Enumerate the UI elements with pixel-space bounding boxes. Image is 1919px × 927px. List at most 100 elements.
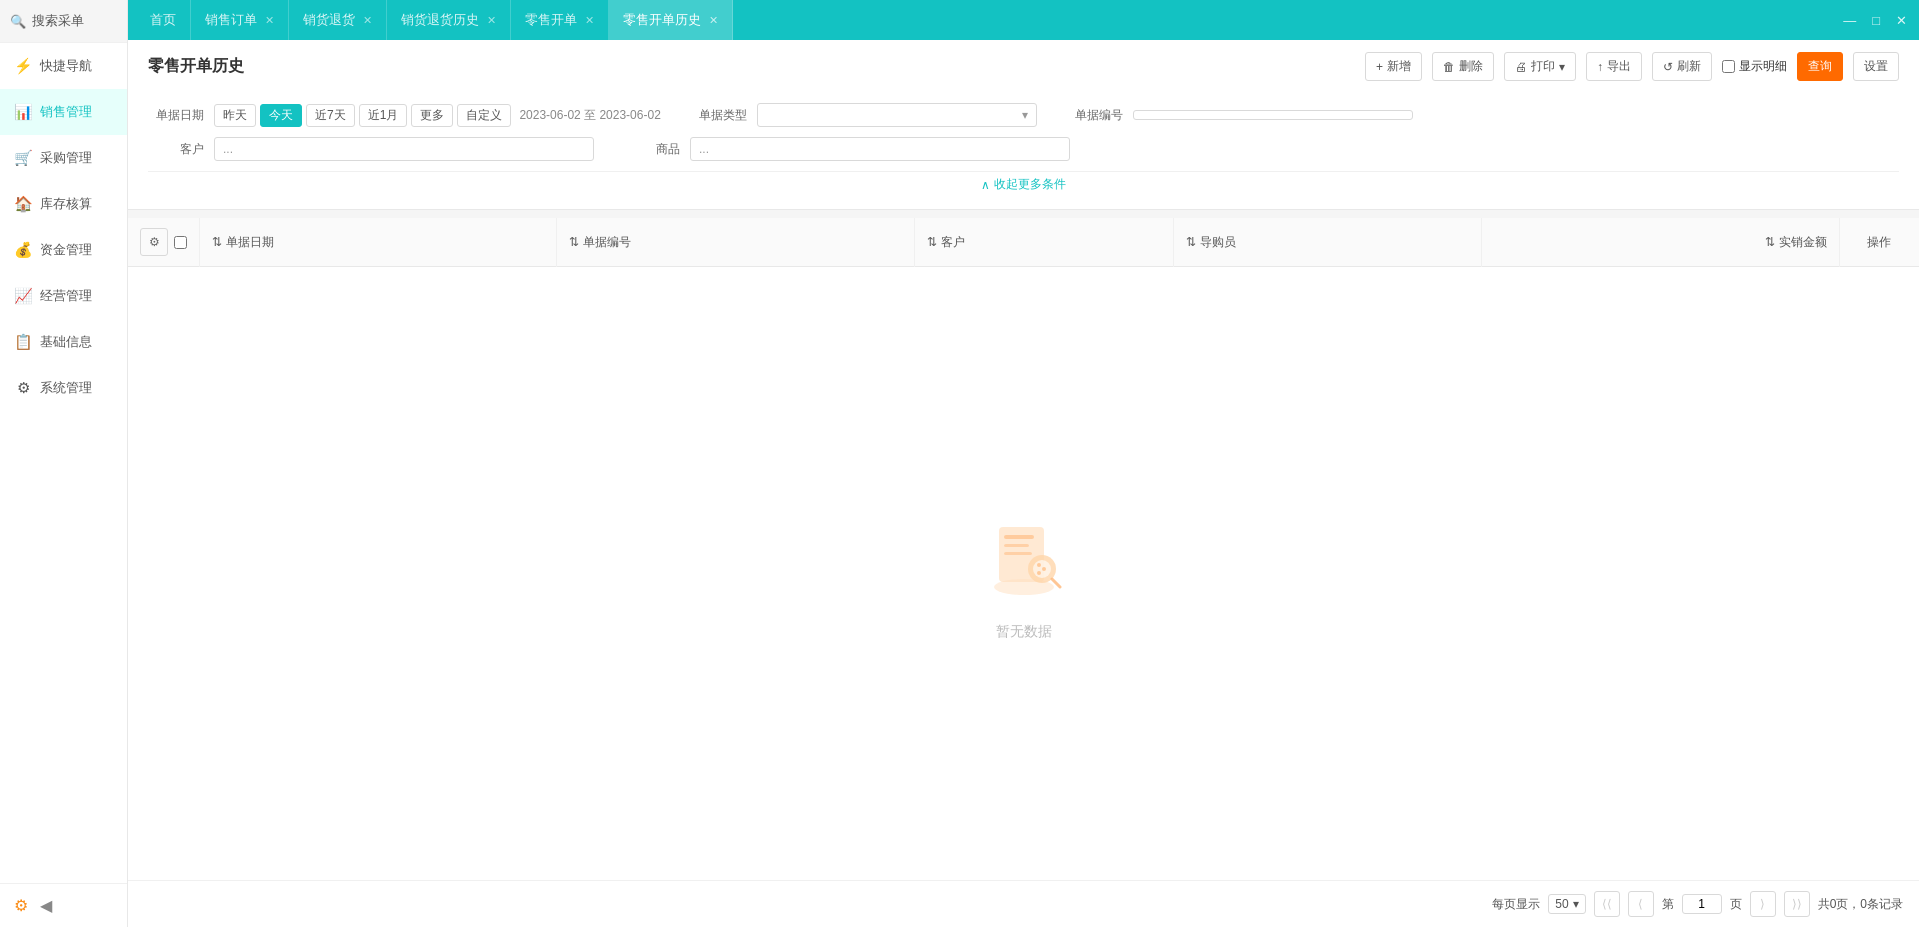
tab-retail-open-close[interactable]: ✕ xyxy=(585,14,594,27)
th-number-sort[interactable]: ⇅ 单据编号 xyxy=(569,234,901,251)
per-page-select[interactable]: 50 ▾ xyxy=(1548,894,1585,914)
refresh-icon: ↺ xyxy=(1663,60,1673,74)
tab-sales-order-label: 销售订单 xyxy=(205,11,257,29)
tab-sales-return[interactable]: 销货退货 ✕ xyxy=(289,0,387,40)
query-button[interactable]: 查询 xyxy=(1797,52,1843,81)
display-detail-checkbox[interactable] xyxy=(1722,60,1735,73)
operations-icon: 📈 xyxy=(14,287,32,305)
goods-input[interactable]: ... xyxy=(690,137,1070,161)
window-maximize-btn[interactable]: □ xyxy=(1868,11,1884,30)
export-label: 导出 xyxy=(1607,58,1631,75)
date-range-display: 2023-06-02 至 2023-06-02 xyxy=(519,107,660,124)
filter-area: 单据日期 昨天 今天 近7天 近1月 更多 自定义 2023-06-02 至 2… xyxy=(148,93,1899,209)
sidebar-item-system-mgmt[interactable]: ⚙ 系统管理 xyxy=(0,365,127,411)
page-nav-first[interactable]: ⟨⟨ xyxy=(1594,891,1620,917)
tab-retail-open-label: 零售开单 xyxy=(525,11,577,29)
customer-input[interactable]: ... xyxy=(214,137,594,161)
doc-no-input[interactable] xyxy=(1133,110,1413,120)
tab-home[interactable]: 首页 xyxy=(136,0,191,40)
sidebar-item-sales-mgmt[interactable]: 📊 销售管理 xyxy=(0,89,127,135)
page-nav-prev[interactable]: ⟨ xyxy=(1628,891,1654,917)
goods-placeholder: ... xyxy=(699,142,709,156)
tab-retail-open[interactable]: 零售开单 ✕ xyxy=(511,0,609,40)
date-btn-today[interactable]: 今天 xyxy=(260,104,302,127)
refresh-button[interactable]: ↺ 刷新 xyxy=(1652,52,1712,81)
page-nav-last[interactable]: ⟩⟩ xyxy=(1784,891,1810,917)
page-title: 零售开单历史 xyxy=(148,56,244,77)
page-nav-next[interactable]: ⟩ xyxy=(1750,891,1776,917)
sidebar-search[interactable]: 🔍 搜索采单 xyxy=(0,0,127,43)
per-page-value: 50 xyxy=(1555,897,1568,911)
sidebar-item-basic-info[interactable]: 📋 基础信息 xyxy=(0,319,127,365)
tab-sales-return-history-label: 销货退货历史 xyxy=(401,11,479,29)
add-button[interactable]: + 新增 xyxy=(1365,52,1422,81)
sidebar-item-finance[interactable]: 💰 资金管理 xyxy=(0,227,127,273)
delete-button[interactable]: 🗑 删除 xyxy=(1432,52,1494,81)
sidebar-item-quick-nav-label: 快捷导航 xyxy=(40,57,92,75)
th-date-sort[interactable]: ⇅ 单据日期 xyxy=(212,234,544,251)
window-close-btn[interactable]: ✕ xyxy=(1892,11,1911,30)
display-detail-checkbox-wrapper[interactable]: 显示明细 xyxy=(1722,58,1787,75)
th-guide-sort-icon: ⇅ xyxy=(1186,235,1196,249)
tab-retail-history-close[interactable]: ✕ xyxy=(709,14,718,27)
date-btn-more[interactable]: 更多 xyxy=(411,104,453,127)
sidebar-item-inventory-label: 库存核算 xyxy=(40,195,92,213)
sidebar-item-inventory[interactable]: 🏠 库存核算 xyxy=(0,181,127,227)
sidebar-item-purchase-mgmt[interactable]: 🛒 采购管理 xyxy=(0,135,127,181)
empty-state: 暂无数据 xyxy=(128,267,1919,880)
customer-label: 客户 xyxy=(148,141,204,158)
sidebar-item-purchase-mgmt-label: 采购管理 xyxy=(40,149,92,167)
export-icon: ↑ xyxy=(1597,60,1603,74)
th-settings: ⚙ xyxy=(128,218,200,267)
svg-rect-2 xyxy=(1004,535,1034,539)
th-customer-sort[interactable]: ⇅ 客户 xyxy=(927,234,1161,251)
sidebar-settings-btn[interactable]: ⚙ xyxy=(14,896,28,915)
window-minimize-btn[interactable]: — xyxy=(1839,11,1860,30)
th-customer-label: 客户 xyxy=(941,234,965,251)
doc-type-label: 单据类型 xyxy=(691,107,747,124)
system-mgmt-icon: ⚙ xyxy=(14,379,32,397)
tab-sales-return-history-close[interactable]: ✕ xyxy=(487,14,496,27)
main-area: 首页 销售订单 ✕ 销货退货 ✕ 销货退货历史 ✕ 零售开单 ✕ 零售开单历史 … xyxy=(128,0,1919,927)
sidebar-collapse-btn[interactable]: ◀ xyxy=(40,896,52,915)
th-date-sort-icon: ⇅ xyxy=(212,235,222,249)
sidebar-item-quick-nav[interactable]: ⚡ 快捷导航 xyxy=(0,43,127,89)
th-guide: ⇅ 导购员 xyxy=(1173,218,1481,267)
add-icon: + xyxy=(1376,60,1383,74)
content-area: 零售开单历史 + 新增 🗑 删除 🖨 打印 ▾ xyxy=(128,40,1919,927)
total-info: 共0页，0条记录 xyxy=(1818,896,1903,913)
sidebar-item-operations-label: 经营管理 xyxy=(40,287,92,305)
sidebar-item-operations[interactable]: 📈 经营管理 xyxy=(0,273,127,319)
sidebar-nav: ⚡ 快捷导航 📊 销售管理 🛒 采购管理 🏠 库存核算 💰 资金管理 📈 经营管… xyxy=(0,43,127,883)
print-button[interactable]: 🖨 打印 ▾ xyxy=(1504,52,1576,81)
tab-bar: 首页 销售订单 ✕ 销货退货 ✕ 销货退货历史 ✕ 零售开单 ✕ 零售开单历史 … xyxy=(128,0,1919,40)
page-input[interactable] xyxy=(1682,894,1722,914)
tab-retail-history[interactable]: 零售开单历史 ✕ xyxy=(609,0,733,40)
tab-retail-history-label: 零售开单历史 xyxy=(623,11,701,29)
filter-row-date: 单据日期 昨天 今天 近7天 近1月 更多 自定义 2023-06-02 至 2… xyxy=(148,103,1899,127)
filter-collapse-toggle[interactable]: ∧ 收起更多条件 xyxy=(148,171,1899,197)
export-button[interactable]: ↑ 导出 xyxy=(1586,52,1642,81)
th-number-sort-icon: ⇅ xyxy=(569,235,579,249)
page-suffix: 页 xyxy=(1730,896,1742,913)
page-label: 第 xyxy=(1662,896,1674,913)
th-guide-sort[interactable]: ⇅ 导购员 xyxy=(1186,234,1469,251)
tab-sales-order[interactable]: 销售订单 ✕ xyxy=(191,0,289,40)
empty-icon xyxy=(974,507,1074,607)
tab-sales-return-close[interactable]: ✕ xyxy=(363,14,372,27)
th-date-label: 单据日期 xyxy=(226,234,274,251)
tab-sales-return-history[interactable]: 销货退货历史 ✕ xyxy=(387,0,511,40)
date-btn-yesterday[interactable]: 昨天 xyxy=(214,104,256,127)
date-btn-7days[interactable]: 近7天 xyxy=(306,104,355,127)
date-btn-1month[interactable]: 近1月 xyxy=(359,104,408,127)
settings-button[interactable]: 设置 xyxy=(1853,52,1899,81)
date-btn-custom[interactable]: 自定义 xyxy=(457,104,511,127)
th-number: ⇅ 单据编号 xyxy=(557,218,914,267)
select-all-checkbox[interactable] xyxy=(174,236,187,249)
doc-type-select[interactable]: ▾ xyxy=(757,103,1037,127)
table-settings-btn[interactable]: ⚙ xyxy=(140,228,168,256)
th-amount-sort[interactable]: ⇅ 实销金额 xyxy=(1494,234,1827,251)
th-amount: ⇅ 实销金额 xyxy=(1482,218,1840,267)
tab-sales-order-close[interactable]: ✕ xyxy=(265,14,274,27)
per-page-dropdown-icon: ▾ xyxy=(1573,897,1579,911)
